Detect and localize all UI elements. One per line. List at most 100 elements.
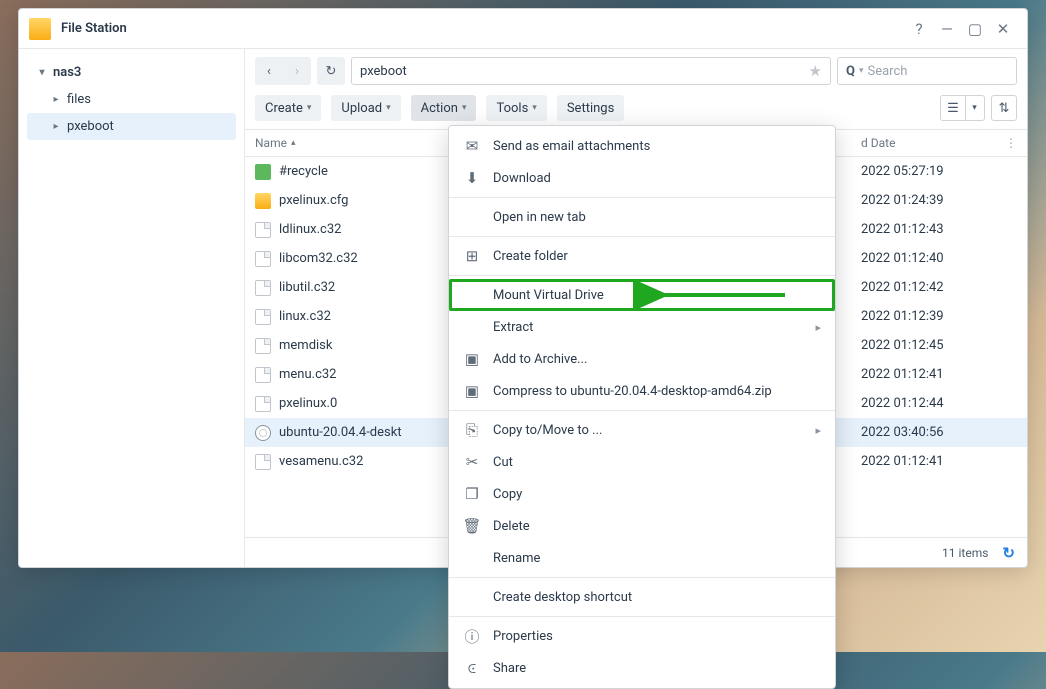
menu-separator xyxy=(449,410,835,411)
tree-root-label: nas3 xyxy=(53,65,81,80)
star-icon[interactable]: ★ xyxy=(809,62,822,80)
menu-separator xyxy=(449,616,835,617)
tree-root[interactable]: ▾ nas3 xyxy=(27,59,236,86)
column-date[interactable]: d Date⋮ xyxy=(851,130,1027,156)
folder-icon xyxy=(255,193,271,209)
close-button[interactable]: ✕ xyxy=(989,15,1017,43)
copy2-icon: ❐ xyxy=(463,485,481,503)
file-date: 2022 05:27:19 xyxy=(851,164,1027,179)
help-button[interactable]: ? xyxy=(905,15,933,43)
menu-item-label: Add to Archive... xyxy=(493,352,587,367)
menu-item-label: Rename xyxy=(493,551,540,566)
disc-icon xyxy=(255,425,271,441)
file-name: memdisk xyxy=(279,338,333,353)
menu-item-create-desktop-shortcut[interactable]: Create desktop shortcut xyxy=(449,581,835,613)
menu-item-label: Delete xyxy=(493,519,530,534)
menu-item-send-as-email-attachments[interactable]: ✉Send as email attachments xyxy=(449,130,835,162)
search-input[interactable]: Q▾ Search xyxy=(837,57,1017,85)
menu-separator xyxy=(449,197,835,198)
blank-icon xyxy=(463,208,481,226)
maximize-button[interactable]: ▢ xyxy=(961,15,989,43)
path-text: pxeboot xyxy=(360,64,407,79)
menu-item-label: Share xyxy=(493,661,526,676)
menu-item-create-folder[interactable]: ⊞Create folder xyxy=(449,240,835,272)
sort-button[interactable]: ⇅ xyxy=(991,95,1017,121)
file-name: vesamenu.c32 xyxy=(279,454,363,469)
column-more-icon[interactable]: ⋮ xyxy=(1005,136,1017,150)
sidebar-item-pxeboot[interactable]: ▸ pxeboot xyxy=(27,113,236,140)
menu-item-extract[interactable]: Extract▸ xyxy=(449,311,835,343)
menu-item-rename[interactable]: Rename xyxy=(449,542,835,574)
folder-plus-icon: ⊞ xyxy=(463,247,481,265)
toolbar-nav: ‹ › ↻ pxeboot ★ Q▾ Search xyxy=(245,49,1027,93)
menu-item-copy-to-move-to[interactable]: ⎘Copy to/Move to ...▸ xyxy=(449,414,835,446)
file-icon xyxy=(255,454,271,470)
upload-button[interactable]: Upload▾ xyxy=(331,95,400,121)
file-icon xyxy=(255,280,271,296)
file-icon xyxy=(255,338,271,354)
forward-button[interactable]: › xyxy=(283,57,311,85)
file-date: 2022 01:12:44 xyxy=(851,396,1027,411)
blank-icon xyxy=(463,549,481,567)
menu-item-label: Send as email attachments xyxy=(493,139,650,154)
caret-icon: ▾ xyxy=(386,103,391,113)
file-icon xyxy=(255,367,271,383)
settings-button[interactable]: Settings xyxy=(557,95,624,121)
menu-item-cut[interactable]: ✂Cut xyxy=(449,446,835,478)
menu-item-delete[interactable]: 🗑 Delete xyxy=(449,510,835,542)
menu-item-download[interactable]: ⬇Download xyxy=(449,162,835,194)
file-name: linux.c32 xyxy=(279,309,331,324)
menu-item-properties[interactable]: ⓘ Properties xyxy=(449,620,835,652)
refresh-icon[interactable]: ↻ xyxy=(1002,544,1015,562)
menu-item-mount-virtual-drive[interactable]: Mount Virtual Drive xyxy=(449,279,835,311)
view-dropdown-button[interactable]: ▾ xyxy=(965,95,985,121)
context-menu: ✉Send as email attachments⬇Download Open … xyxy=(448,125,836,689)
menu-separator xyxy=(449,275,835,276)
tools-button[interactable]: Tools▾ xyxy=(486,95,546,121)
menu-item-compress-to-ubuntu-20-04-4-desktop-amd64-zip[interactable]: ▣Compress to ubuntu-20.04.4-desktop-amd6… xyxy=(449,375,835,407)
file-date: 2022 01:12:41 xyxy=(851,454,1027,469)
menu-item-label: Properties xyxy=(493,629,553,644)
trash-icon: 🗑 xyxy=(463,517,481,535)
file-name: #recycle xyxy=(279,164,328,179)
menu-item-open-in-new-tab[interactable]: Open in new tab xyxy=(449,201,835,233)
search-icon: Q xyxy=(846,64,855,79)
path-input[interactable]: pxeboot ★ xyxy=(351,57,831,85)
menu-item-add-to-archive[interactable]: ▣Add to Archive... xyxy=(449,343,835,375)
menu-item-label: Open in new tab xyxy=(493,210,586,225)
chevron-right-icon: ▸ xyxy=(49,121,63,132)
file-name: menu.c32 xyxy=(279,367,336,382)
file-name: ubuntu-20.04.4-deskt xyxy=(279,425,402,440)
search-placeholder: Search xyxy=(868,64,908,79)
action-button[interactable]: Action▾ xyxy=(411,95,477,121)
titlebar: File Station ? — ▢ ✕ xyxy=(19,9,1027,49)
sort-asc-icon: ▴ xyxy=(291,138,296,148)
file-icon xyxy=(255,251,271,267)
item-count: 11 items xyxy=(942,546,988,560)
download-icon: ⬇ xyxy=(463,169,481,187)
menu-separator xyxy=(449,236,835,237)
view-list-button[interactable]: ☰ xyxy=(940,95,966,121)
info-icon: ⓘ xyxy=(463,627,481,645)
file-name: ldlinux.c32 xyxy=(279,222,341,237)
blank-icon xyxy=(463,588,481,606)
blank-icon xyxy=(463,286,481,304)
refresh-button[interactable]: ↻ xyxy=(317,57,345,85)
menu-item-label: Copy to/Move to ... xyxy=(493,423,602,438)
back-button[interactable]: ‹ xyxy=(255,57,283,85)
menu-item-label: Cut xyxy=(493,455,513,470)
minimize-button[interactable]: — xyxy=(933,15,961,43)
sidebar-item-label: pxeboot xyxy=(67,119,114,134)
sidebar-item-label: files xyxy=(67,92,91,107)
menu-item-label: Mount Virtual Drive xyxy=(493,288,604,303)
create-button[interactable]: Create▾ xyxy=(255,95,321,121)
chevron-right-icon: ▸ xyxy=(49,94,63,105)
sidebar-item-files[interactable]: ▸ files xyxy=(27,86,236,113)
menu-item-label: Compress to ubuntu-20.04.4-desktop-amd64… xyxy=(493,384,772,399)
caret-icon: ▾ xyxy=(462,103,467,113)
file-date: 2022 01:12:40 xyxy=(851,251,1027,266)
menu-item-copy[interactable]: ❐Copy xyxy=(449,478,835,510)
sidebar: ▾ nas3 ▸ files ▸ pxeboot xyxy=(19,49,245,567)
file-name: libcom32.c32 xyxy=(279,251,358,266)
menu-item-share[interactable]: ⪽Share xyxy=(449,652,835,684)
